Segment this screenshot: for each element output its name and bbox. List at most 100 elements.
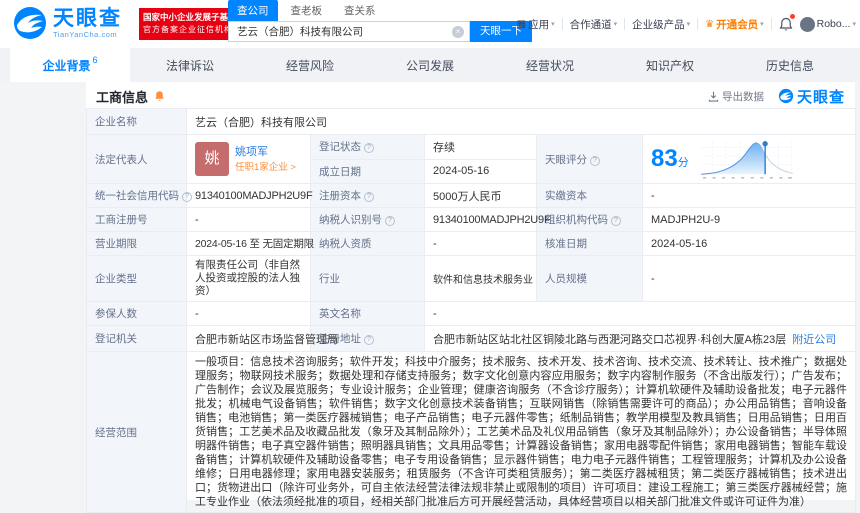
table-row: 营业期限 2024-05-16 至 无固定期限 纳税人资质 - 核准日期 202…: [86, 231, 857, 256]
nav-coop-label: 合作通道: [569, 18, 612, 31]
business-scope-value: 一般项目：信息技术咨询服务；软件开发；科技中介服务；技术服务、技术开发、技术咨询…: [185, 351, 857, 513]
reg-number-value: -: [186, 207, 311, 232]
table-row: 企业类型 有限责任公司（非自然人投资或控股的法人独资） 行业 软件和信息技术服务…: [86, 255, 857, 302]
avatar: [799, 16, 815, 32]
legal-rep-companies-link[interactable]: 任职1家企业 >: [235, 161, 296, 174]
taxpayer-quality-value: -: [424, 231, 537, 256]
logo-text: 天眼查: [53, 6, 122, 30]
term-value: 2024-05-16 至 无固定期限: [186, 231, 314, 256]
business-info-table: 企业名称 艺云（合肥）科技有限公司 法定代表人 姚 姚项军 任职1家企业 > 登…: [86, 108, 857, 513]
field-label: 实缴资本: [536, 183, 643, 208]
table-row: 法定代表人 姚 姚项军 任职1家企业 > 登记状态? 存续 天眼评分? 83分: [86, 134, 857, 184]
divider: [770, 18, 772, 30]
tab-legal-litigation[interactable]: 法律诉讼: [130, 48, 250, 82]
field-label: 英文名称: [310, 301, 425, 326]
help-icon[interactable]: ?: [182, 192, 192, 202]
help-icon[interactable]: ?: [385, 216, 395, 226]
tab-company-development[interactable]: 公司发展: [370, 48, 490, 82]
help-icon[interactable]: ?: [590, 155, 600, 166]
export-data-button[interactable]: 导出数据: [708, 89, 764, 104]
staff-size-value: -: [641, 255, 857, 302]
search-tab-company[interactable]: 查公司: [228, 0, 278, 21]
nav-enterprise-products[interactable]: 企业级产品 ▾: [632, 17, 690, 32]
authority-value: 合肥市新站区市场监督管理局: [186, 325, 338, 352]
top-nav: ▦ 应用 ▾ 合作通道 ▾ 企业级产品 ▾ ♛ 开通会员 ▾ Robo... ▾: [517, 0, 856, 48]
search-module: 查公司 查老板 查关系 × 天眼一下: [228, 0, 532, 42]
clear-icon[interactable]: ×: [452, 26, 464, 38]
reg-capital-value: 5000万人民币: [424, 183, 537, 208]
official-badge: 国家中小企业发展子基金旗下 官方备案企业征信机构: [139, 8, 254, 40]
tab-label: 公司发展: [405, 58, 454, 73]
est-date-value: 2024-05-16: [424, 158, 537, 184]
label-text: 注册地址: [319, 333, 361, 345]
search-tab-boss[interactable]: 查老板: [282, 0, 332, 21]
field-label: 企业类型: [86, 255, 187, 302]
tab-label: 企业背景: [42, 58, 91, 73]
field-label: 登记状态?: [310, 134, 425, 160]
paid-capital-value: -: [641, 183, 857, 208]
divider: [561, 18, 563, 30]
tab-label: 法律诉讼: [165, 58, 214, 73]
tab-operating-status[interactable]: 经营状况: [490, 48, 610, 82]
help-icon[interactable]: ?: [364, 192, 374, 202]
address-cell: 合肥市新站区站北社区铜陵北路与西淝河路交口芯视界·科创大厦A栋23层 附近公司: [423, 325, 857, 352]
tab-company-background[interactable]: 企业背景 6: [10, 48, 130, 82]
table-row: 工商注册号 - 纳税人识别号? 91340100MADJPH2U9F 组织机构代…: [86, 207, 857, 232]
legal-rep-link[interactable]: 姚项军: [235, 145, 296, 159]
avatar: 姚: [195, 142, 229, 176]
field-label: 法定代表人: [86, 134, 187, 184]
watermark-text: 天眼查: [796, 88, 845, 106]
field-label: 登记机关: [86, 325, 187, 352]
tab-intellectual-property[interactable]: 知识产权: [610, 48, 730, 82]
reg-status-value: 存续: [424, 134, 537, 160]
score-distribution-chart: [700, 141, 793, 179]
table-row: 经营范围 一般项目：信息技术咨询服务；软件开发；科技中介服务；技术服务、技术开发…: [86, 351, 857, 513]
field-label: 人员规模: [536, 255, 643, 302]
field-label: 注册地址?: [310, 325, 425, 352]
badge-line2: 官方备案企业征信机构: [143, 25, 233, 34]
crown-icon: ♛: [705, 18, 715, 30]
table-row: 企业名称 艺云（合肥）科技有限公司: [86, 108, 857, 135]
notification-bell[interactable]: [779, 13, 795, 32]
score-cell: 83分: [641, 134, 857, 184]
divider: [624, 18, 626, 30]
top-header: 天眼查 TianYanCha.com 国家中小企业发展子基金旗下 官方备案企业征…: [0, 0, 860, 48]
search-tab-relation[interactable]: 查关系: [335, 0, 385, 21]
taxpayer-id-value: 91340100MADJPH2U9F: [424, 207, 551, 232]
legal-rep-cell: 姚 姚项军 任职1家企业 >: [186, 134, 311, 184]
label-text: 天眼评分: [545, 153, 587, 166]
field-label: 注册资本?: [310, 183, 425, 208]
tab-badge: 6: [92, 55, 98, 65]
field-label: 营业期限: [86, 231, 187, 256]
tianyancha-logo[interactable]: 天眼查 TianYanCha.com: [12, 5, 122, 41]
tab-history-info[interactable]: 历史信息: [730, 48, 850, 82]
help-icon[interactable]: ?: [364, 143, 374, 154]
search-input[interactable]: [229, 22, 469, 41]
help-icon[interactable]: ?: [364, 335, 374, 345]
notification-dot: [789, 13, 795, 19]
table-row: 登记机关 合肥市新站区市场监督管理局 注册地址? 合肥市新站区站北社区铜陵北路与…: [86, 325, 857, 352]
logo-swirl-icon: [778, 88, 794, 104]
tab-label: 知识产权: [645, 58, 694, 73]
bell-icon: [779, 17, 793, 31]
tab-label: 经营状况: [525, 58, 574, 73]
label-text: 登记状态: [319, 141, 361, 154]
nav-apps[interactable]: ▦ 应用 ▾: [517, 17, 555, 32]
industry-value: 软件和信息技术服务业: [424, 255, 537, 302]
nearby-companies-link[interactable]: 附近公司: [792, 334, 836, 346]
tab-operating-risk[interactable]: 经营风险: [250, 48, 370, 82]
help-icon[interactable]: ?: [611, 216, 621, 226]
logo-swirl-icon: [14, 7, 46, 39]
nav-cooperation[interactable]: 合作通道 ▾: [570, 17, 618, 32]
table-row: 参保人数 - 英文名称 -: [86, 301, 857, 326]
field-label: 参保人数: [86, 301, 187, 326]
credit-code-value: 91340100MADJPH2U9F: [186, 183, 313, 208]
nav-vip[interactable]: ♛ 开通会员 ▾: [705, 17, 763, 32]
subscribe-bell-icon[interactable]: [154, 90, 165, 102]
watermark-logo: 天眼查: [778, 86, 845, 107]
nav-apps-label: 应用: [528, 18, 550, 31]
company-name-value: 艺云（合肥）科技有限公司: [185, 108, 857, 135]
user-menu[interactable]: Robo... ▾: [799, 16, 856, 32]
field-label: 核准日期: [536, 231, 643, 256]
insured-count-value: -: [186, 301, 311, 326]
